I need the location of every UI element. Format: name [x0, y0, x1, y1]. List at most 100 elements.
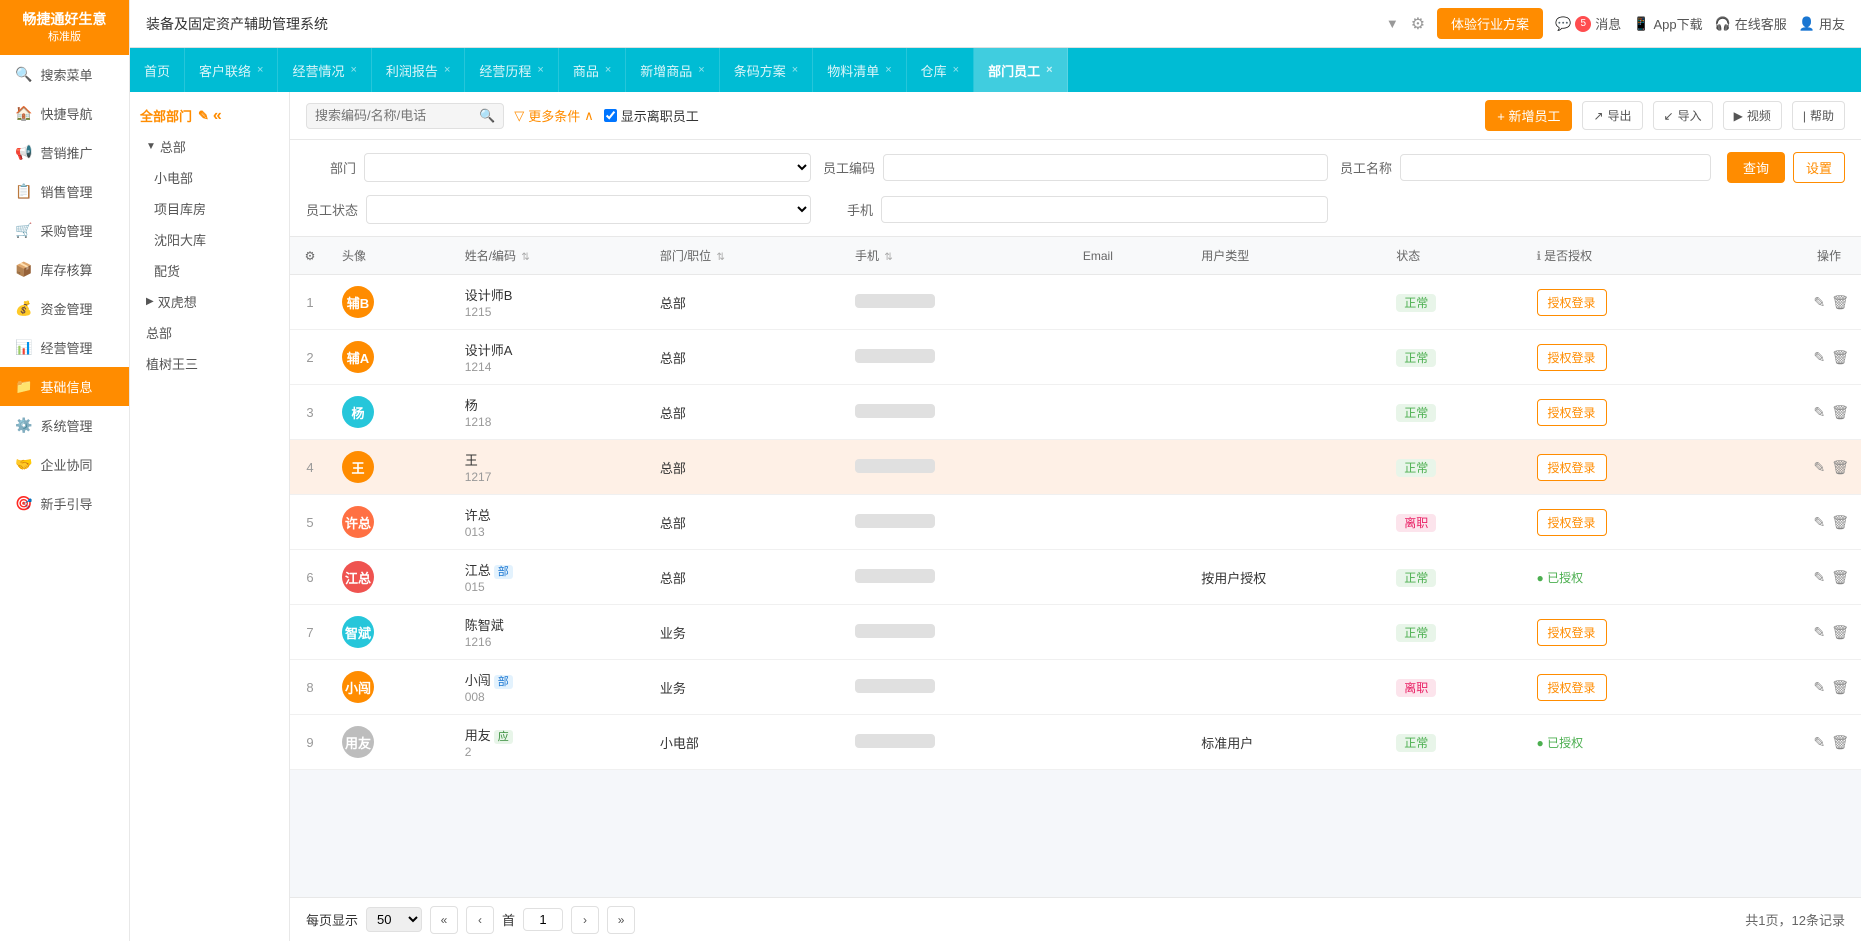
- delete-btn[interactable]: 🗑: [1831, 349, 1849, 366]
- edit-btn[interactable]: ✎: [1813, 569, 1825, 586]
- add-employee-btn[interactable]: + 新增员工: [1485, 100, 1572, 131]
- view-btn[interactable]: ▶ 视频: [1723, 101, 1782, 130]
- auth-login-btn[interactable]: 授权登录: [1537, 344, 1607, 371]
- tree-header[interactable]: 全部部门 ✎ «: [130, 100, 289, 131]
- emp-status-select[interactable]: [366, 195, 811, 224]
- edit-btn[interactable]: ✎: [1813, 404, 1825, 421]
- search-box[interactable]: 🔍: [306, 103, 504, 129]
- sidebar-item-enterprise[interactable]: 🤝企业协同: [0, 445, 129, 484]
- online-service-btn[interactable]: 🎧 在线客服: [1715, 14, 1787, 33]
- tab-close-icon[interactable]: ×: [350, 64, 356, 76]
- tab-close-icon[interactable]: ×: [953, 64, 959, 76]
- user-menu[interactable]: 👤 用友: [1799, 14, 1845, 33]
- nav-tab-商品[interactable]: 商品×: [559, 48, 626, 92]
- next-page-btn[interactable]: ›: [571, 906, 599, 934]
- sidebar-item-guide[interactable]: 🎯新手引导: [0, 484, 129, 523]
- message-btn[interactable]: 💬 5 消息: [1555, 14, 1621, 33]
- auth-login-btn[interactable]: 授权登录: [1537, 399, 1607, 426]
- trial-btn[interactable]: 体验行业方案: [1437, 8, 1543, 39]
- col-settings[interactable]: ⚙: [290, 237, 330, 275]
- delete-btn[interactable]: 🗑: [1831, 624, 1849, 641]
- sidebar-item-sales[interactable]: 📋销售管理: [0, 172, 129, 211]
- sidebar-item-basic[interactable]: 📁基础信息: [0, 367, 129, 406]
- tree-item-配货[interactable]: 配货: [130, 255, 289, 286]
- auth-login-btn[interactable]: 授权登录: [1537, 674, 1607, 701]
- nav-tab-新增商品[interactable]: 新增商品×: [626, 48, 719, 92]
- tab-close-icon[interactable]: ×: [698, 64, 704, 76]
- tab-close-icon[interactable]: ×: [885, 64, 891, 76]
- page-input[interactable]: [523, 908, 563, 931]
- import-btn[interactable]: ↙ 导入: [1653, 101, 1713, 130]
- tab-close-icon[interactable]: ×: [537, 64, 543, 76]
- edit-btn[interactable]: ✎: [1813, 679, 1825, 696]
- edit-btn[interactable]: ✎: [1813, 459, 1825, 476]
- nav-tab-仓库[interactable]: 仓库×: [907, 48, 974, 92]
- help-btn[interactable]: | 帮助: [1792, 101, 1845, 130]
- tree-item-总部[interactable]: ▼总部: [130, 131, 289, 162]
- delete-btn[interactable]: 🗑: [1831, 734, 1849, 751]
- set-btn[interactable]: 设置: [1793, 152, 1845, 183]
- phone-sort-icon[interactable]: ⇅: [884, 252, 892, 263]
- tree-item-植树王三[interactable]: 植树王三: [130, 348, 289, 379]
- edit-btn[interactable]: ✎: [1813, 349, 1825, 366]
- sidebar-item-search[interactable]: 🔍搜索菜单: [0, 55, 129, 94]
- page-size-select[interactable]: 50 20 100: [366, 907, 422, 932]
- nav-tab-物料清单[interactable]: 物料清单×: [813, 48, 906, 92]
- export-btn[interactable]: ↗ 导出: [1582, 101, 1642, 130]
- search-input[interactable]: [315, 108, 475, 123]
- tree-item-总部[interactable]: 总部: [130, 317, 289, 348]
- edit-btn[interactable]: ✎: [1813, 514, 1825, 531]
- auth-login-btn[interactable]: 授权登录: [1537, 619, 1607, 646]
- tree-item-小电部[interactable]: 小电部: [130, 162, 289, 193]
- sidebar-item-shortcut[interactable]: 🏠快捷导航: [0, 94, 129, 133]
- sidebar-item-operations[interactable]: 📊经营管理: [0, 328, 129, 367]
- nav-tab-客户联络[interactable]: 客户联络×: [185, 48, 278, 92]
- tree-item-双虎想[interactable]: ▶双虎想: [130, 286, 289, 317]
- emp-code-input[interactable]: [883, 154, 1328, 181]
- delete-btn[interactable]: 🗑: [1831, 404, 1849, 421]
- nav-tab-部门员工[interactable]: 部门员工×: [974, 48, 1067, 92]
- nav-tab-经营历程[interactable]: 经营历程×: [465, 48, 558, 92]
- auth-login-btn[interactable]: 授权登录: [1537, 454, 1607, 481]
- auth-login-btn[interactable]: 授权登录: [1537, 289, 1607, 316]
- edit-btn[interactable]: ✎: [1813, 624, 1825, 641]
- last-page-btn[interactable]: »: [607, 906, 635, 934]
- tree-collapse-icon[interactable]: «: [213, 107, 222, 125]
- nav-tab-利润报告[interactable]: 利润报告×: [372, 48, 465, 92]
- auth-login-btn[interactable]: 授权登录: [1537, 509, 1607, 536]
- more-conditions-btn[interactable]: ▽ 更多条件 ∧: [514, 106, 594, 125]
- dept-select[interactable]: [364, 153, 811, 182]
- sidebar-item-inventory[interactable]: 📦库存核算: [0, 250, 129, 289]
- sidebar-item-marketing[interactable]: 📢营销推广: [0, 133, 129, 172]
- app-download-btn[interactable]: 📱 App下载: [1633, 14, 1702, 33]
- tab-close-icon[interactable]: ×: [792, 64, 798, 76]
- delete-btn[interactable]: 🗑: [1831, 679, 1849, 696]
- tree-item-沈阳大库[interactable]: 沈阳大库: [130, 224, 289, 255]
- auth-info-icon[interactable]: ℹ: [1537, 249, 1542, 263]
- delete-btn[interactable]: 🗑: [1831, 514, 1849, 531]
- nav-tab-条码方案[interactable]: 条码方案×: [720, 48, 813, 92]
- topbar-dropdown-icon[interactable]: ▼: [1386, 16, 1399, 31]
- prev-page-btn[interactable]: ‹: [466, 906, 494, 934]
- edit-btn[interactable]: ✎: [1813, 734, 1825, 751]
- tab-close-icon[interactable]: ×: [1046, 64, 1052, 76]
- edit-btn[interactable]: ✎: [1813, 294, 1825, 311]
- tab-close-icon[interactable]: ×: [444, 64, 450, 76]
- nav-tab-首页[interactable]: 首页: [130, 48, 185, 92]
- show-resigned-checkbox[interactable]: 显示离职员工: [604, 106, 699, 125]
- sidebar-item-purchase[interactable]: 🛒采购管理: [0, 211, 129, 250]
- sidebar-item-system[interactable]: ⚙️系统管理: [0, 406, 129, 445]
- delete-btn[interactable]: 🗑: [1831, 569, 1849, 586]
- phone-input[interactable]: [881, 196, 1328, 223]
- nav-tab-经营情况[interactable]: 经营情况×: [278, 48, 371, 92]
- tree-edit-icon[interactable]: ✎: [198, 108, 209, 124]
- settings-icon[interactable]: ⚙: [1411, 14, 1425, 34]
- tree-item-项目库房[interactable]: 项目库房: [130, 193, 289, 224]
- emp-name-input[interactable]: [1400, 154, 1711, 181]
- tab-close-icon[interactable]: ×: [605, 64, 611, 76]
- name-sort-icon[interactable]: ⇅: [521, 252, 529, 263]
- delete-btn[interactable]: 🗑: [1831, 294, 1849, 311]
- show-resigned-input[interactable]: [604, 109, 617, 122]
- search-btn[interactable]: 查询: [1727, 152, 1785, 183]
- dept-sort-icon[interactable]: ⇅: [717, 252, 725, 263]
